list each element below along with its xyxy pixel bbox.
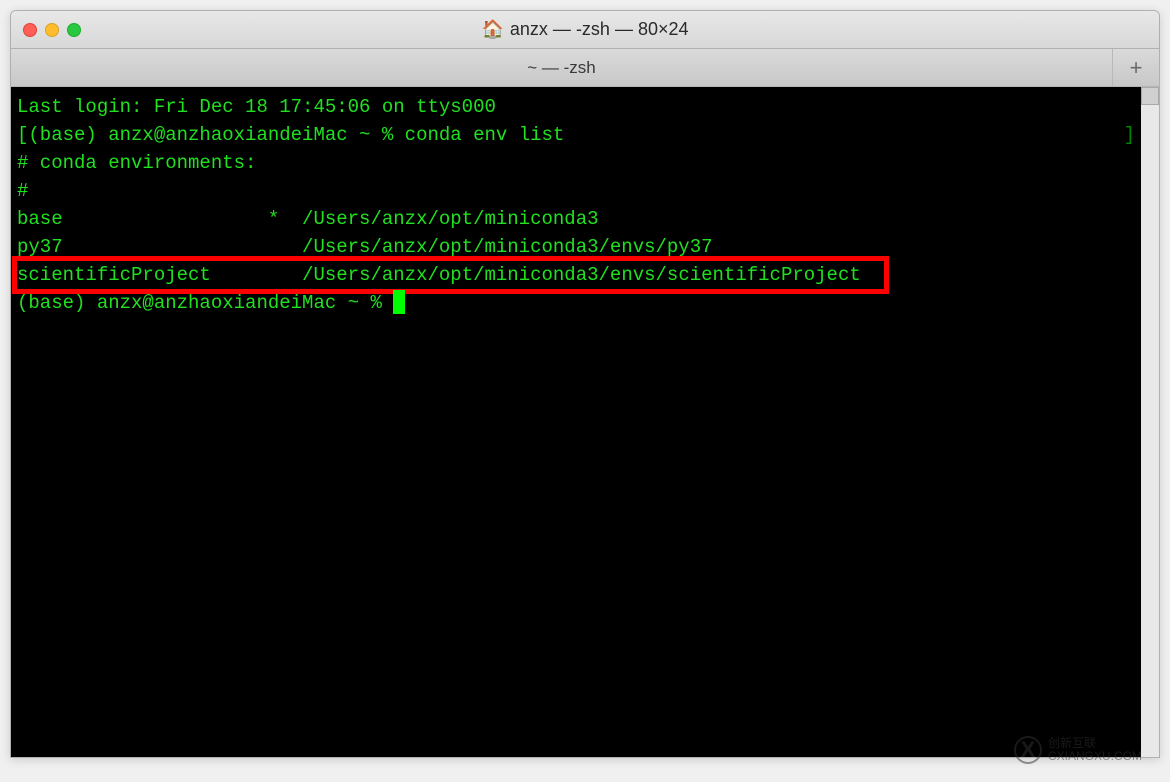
- scrollbar-thumb[interactable]: [1141, 87, 1159, 105]
- terminal-window: 🏠 anzx — -zsh — 80×24 ~ — -zsh + Last lo…: [10, 10, 1160, 758]
- line-end-bracket: ]: [1124, 121, 1135, 149]
- scrollbar[interactable]: [1141, 87, 1159, 757]
- env-sci-name: scientificProject: [17, 264, 211, 286]
- env-sci-path: /Users/anzx/opt/miniconda3/envs/scientif…: [302, 264, 861, 286]
- titlebar: 🏠 anzx — -zsh — 80×24: [11, 11, 1159, 49]
- line-prompt-1: [(base) anzx@anzhaoxiandeiMac ~ % conda …: [17, 121, 1135, 149]
- tabbar: ~ — -zsh +: [11, 49, 1159, 87]
- close-button[interactable]: [23, 23, 37, 37]
- tab-active[interactable]: ~ — -zsh: [11, 49, 1113, 86]
- prompt-2-text: (base) anzx@anzhaoxiandeiMac ~ %: [17, 292, 393, 314]
- command-text: conda env list: [405, 124, 565, 146]
- prompt-text: [(base) anzx@anzhaoxiandeiMac ~ %: [17, 124, 405, 146]
- home-icon: 🏠: [481, 19, 503, 40]
- window-title-text: anzx — -zsh — 80×24: [510, 19, 689, 40]
- minimize-button[interactable]: [45, 23, 59, 37]
- terminal-content[interactable]: Last login: Fri Dec 18 17:45:06 on ttys0…: [11, 87, 1141, 757]
- env-sci-spacer: [211, 264, 302, 286]
- line-comment-1: # conda environments:: [17, 149, 1135, 177]
- watermark: X 创新互联 CXIANGXU.COM: [1014, 736, 1142, 764]
- tab-label: ~ — -zsh: [527, 58, 596, 78]
- watermark-line2: CXIANGXU.COM: [1048, 750, 1142, 763]
- plus-icon: +: [1130, 55, 1143, 81]
- line-env-base: base * /Users/anzx/opt/miniconda3: [17, 205, 1135, 233]
- add-tab-button[interactable]: +: [1113, 49, 1159, 86]
- watermark-logo-icon: X: [1014, 736, 1042, 764]
- line-comment-2: #: [17, 177, 1135, 205]
- watermark-text: 创新互联 CXIANGXU.COM: [1048, 737, 1142, 763]
- zoom-button[interactable]: [67, 23, 81, 37]
- cursor: [393, 290, 405, 314]
- terminal-wrapper: Last login: Fri Dec 18 17:45:06 on ttys0…: [11, 87, 1159, 757]
- line-last-login: Last login: Fri Dec 18 17:45:06 on ttys0…: [17, 93, 1135, 121]
- traffic-lights: [23, 23, 81, 37]
- window-title: 🏠 anzx — -zsh — 80×24: [481, 19, 688, 40]
